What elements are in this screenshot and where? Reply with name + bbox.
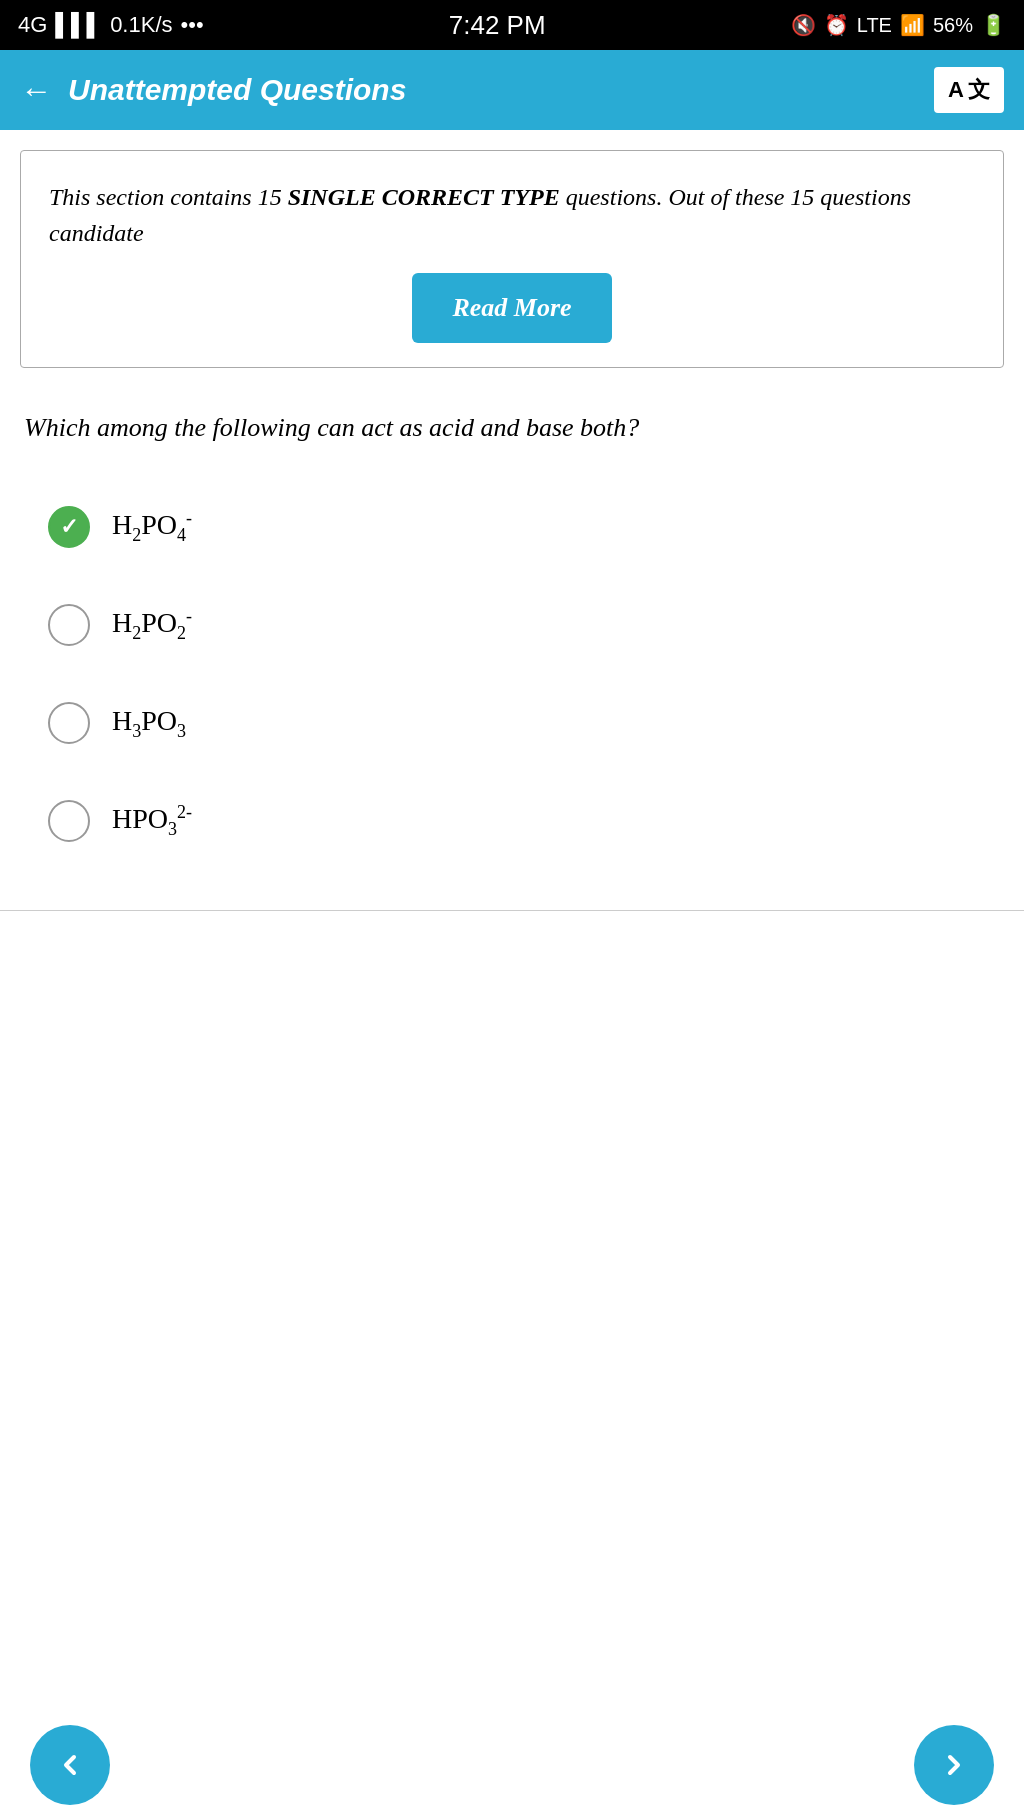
radio-b[interactable] [48,604,90,646]
battery-icon: 🔋 [981,13,1006,37]
radio-a[interactable] [48,506,90,548]
translate-button[interactable]: A 文 [934,67,1004,113]
lte-indicator: LTE [857,14,892,37]
signal-bars: ▌▌▌ [55,12,102,38]
bottom-navigation [0,1710,1024,1820]
time-display: 7:42 PM [449,10,546,41]
speed-indicator: 0.1K/s [110,12,172,38]
back-button[interactable]: ← [20,72,52,109]
page-title: Unattempted Questions [68,73,406,107]
question-area: Which among the following can act as aci… [0,378,1024,890]
section-description: This section contains 15 SINGLE CORRECT … [49,179,975,251]
radio-d[interactable] [48,800,90,842]
read-more-button[interactable]: Read More [412,273,611,343]
chevron-right-icon [938,1749,970,1781]
app-header: ← Unattempted Questions A 文 [0,50,1024,130]
radio-c[interactable] [48,702,90,744]
section-info-box: This section contains 15 SINGLE CORRECT … [20,150,1004,368]
option-a-label: H2PO4- [112,508,192,546]
mute-icon: 🔇 [791,13,816,37]
status-left: 4G ▌▌▌ 0.1K/s ••• [18,12,204,38]
option-b[interactable]: H2PO2- [24,576,1000,674]
option-d-label: HPO32- [112,802,192,840]
next-button[interactable] [914,1725,994,1805]
header-left: ← Unattempted Questions [20,72,406,109]
option-d[interactable]: HPO32- [24,772,1000,870]
wifi-icon: 📶 [900,13,925,37]
dots-indicator: ••• [181,12,204,38]
status-right: 🔇 ⏰ LTE 📶 56% 🔋 [791,13,1006,37]
option-a[interactable]: H2PO4- [24,478,1000,576]
translate-icon: 文 [968,75,990,105]
battery-indicator: 56% [933,14,973,37]
question-text: Which among the following can act as aci… [24,408,1000,448]
translate-a: A [948,77,964,103]
prev-button[interactable] [30,1725,110,1805]
bottom-divider [0,910,1024,911]
network-indicator: 4G [18,12,47,38]
status-bar: 4G ▌▌▌ 0.1K/s ••• 7:42 PM 🔇 ⏰ LTE 📶 56% … [0,0,1024,50]
alarm-icon: ⏰ [824,13,849,37]
option-c-label: H3PO3 [112,705,186,742]
option-b-label: H2PO2- [112,606,192,644]
option-c[interactable]: H3PO3 [24,674,1000,772]
chevron-left-icon [54,1749,86,1781]
